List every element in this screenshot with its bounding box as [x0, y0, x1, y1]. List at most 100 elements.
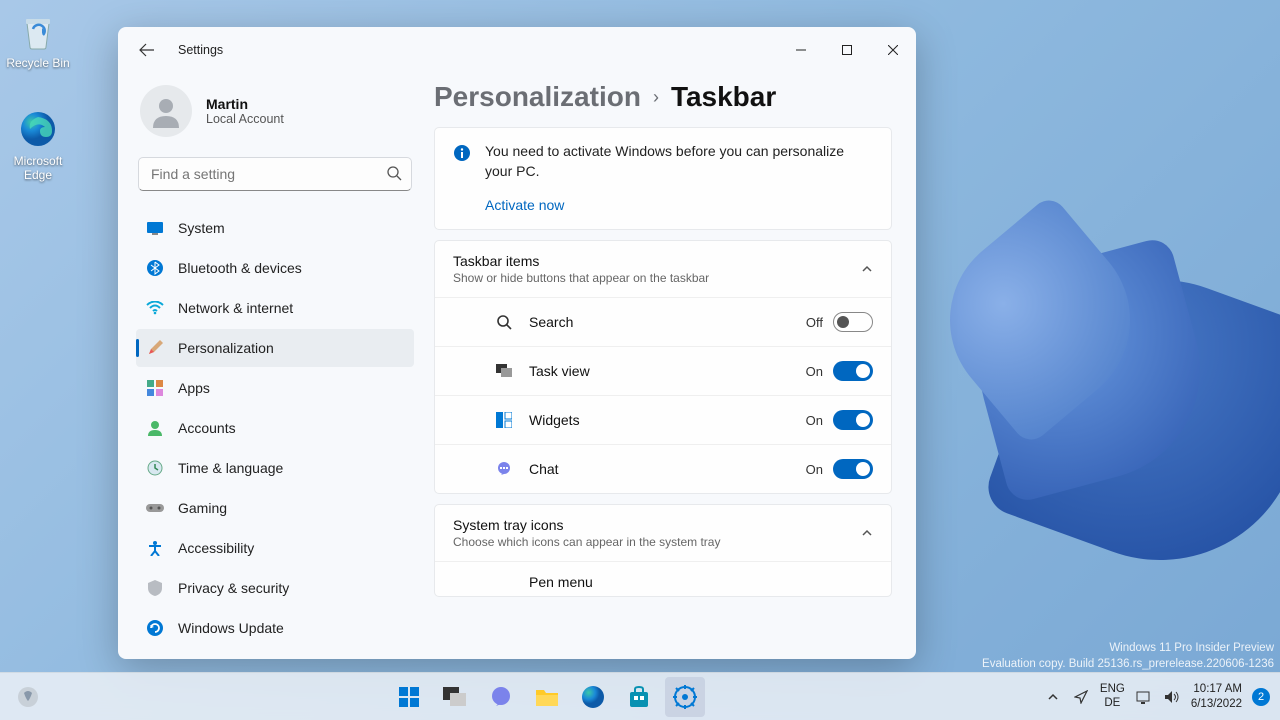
clock-icon	[146, 459, 164, 477]
wallpaper-bloom	[880, 160, 1280, 660]
toggle-task-view[interactable]	[833, 361, 873, 381]
user-block[interactable]: Martin Local Account	[136, 75, 414, 155]
wifi-icon	[146, 299, 164, 317]
avatar	[140, 85, 192, 137]
toggle-state: Off	[806, 315, 823, 330]
sidebar-item-privacy[interactable]: Privacy & security	[136, 569, 414, 607]
taskbar-items-section: Taskbar items Show or hide buttons that …	[434, 240, 892, 494]
search-input[interactable]	[138, 157, 412, 191]
network-tray-icon[interactable]	[1135, 688, 1153, 706]
widgets-icon	[493, 412, 515, 428]
main-panel: Personalization › Taskbar You need to ac…	[424, 73, 916, 659]
accounts-icon	[146, 419, 164, 437]
apps-icon	[146, 379, 164, 397]
system-tray: ENG DE 10:17 AM 6/13/2022 2	[1044, 682, 1280, 711]
minimize-button[interactable]	[778, 27, 824, 73]
system-tray-section: System tray icons Choose which icons can…	[434, 504, 892, 597]
search-icon	[493, 314, 515, 330]
row-label: Widgets	[529, 412, 580, 428]
chevron-up-icon	[861, 527, 873, 539]
shield-icon	[146, 579, 164, 597]
row-widgets: Widgets On	[435, 395, 891, 444]
toggle-search[interactable]	[833, 312, 873, 332]
user-name: Martin	[206, 96, 284, 112]
sidebar-menu: System Bluetooth & devices Network & int…	[136, 209, 414, 649]
update-icon	[146, 619, 164, 637]
taskbar-settings[interactable]	[665, 677, 705, 717]
settings-window: Settings Martin Local Account	[118, 27, 916, 659]
gaming-icon	[146, 499, 164, 517]
row-label: Pen menu	[529, 574, 593, 590]
sidebar-item-system[interactable]: System	[136, 209, 414, 247]
location-icon[interactable]	[1072, 688, 1090, 706]
toggle-state: On	[806, 413, 823, 428]
notification-badge[interactable]: 2	[1252, 688, 1270, 706]
row-search: Search Off	[435, 297, 891, 346]
sidebar-item-apps[interactable]: Apps	[136, 369, 414, 407]
taskbar-widgets-button[interactable]	[8, 677, 48, 717]
back-button[interactable]	[132, 35, 162, 65]
recycle-bin-icon	[17, 10, 59, 52]
system-icon	[146, 219, 164, 237]
titlebar: Settings	[118, 27, 916, 73]
clock[interactable]: 10:17 AM 6/13/2022	[1191, 682, 1242, 711]
sidebar-item-gaming[interactable]: Gaming	[136, 489, 414, 527]
start-button[interactable]	[389, 677, 429, 717]
taskbar-task-view[interactable]	[435, 677, 475, 717]
activation-banner: You need to activate Windows before you …	[434, 127, 892, 230]
toggle-state: On	[806, 462, 823, 477]
row-chat: Chat On	[435, 444, 891, 493]
toggle-chat[interactable]	[833, 459, 873, 479]
volume-icon[interactable]	[1163, 688, 1181, 706]
page-title: Taskbar	[671, 81, 776, 113]
taskbar-chat[interactable]	[481, 677, 521, 717]
bluetooth-icon	[146, 259, 164, 277]
sidebar-item-accounts[interactable]: Accounts	[136, 409, 414, 447]
toggle-state: On	[806, 364, 823, 379]
sidebar-item-personalization[interactable]: Personalization	[136, 329, 414, 367]
sidebar-item-network[interactable]: Network & internet	[136, 289, 414, 327]
language-indicator[interactable]: ENG DE	[1100, 683, 1125, 709]
chevron-up-icon	[861, 263, 873, 275]
search-icon	[386, 165, 402, 181]
sidebar-item-bluetooth[interactable]: Bluetooth & devices	[136, 249, 414, 287]
row-label: Task view	[529, 363, 590, 379]
breadcrumb-parent[interactable]: Personalization	[434, 81, 641, 113]
taskbar: ENG DE 10:17 AM 6/13/2022 2	[0, 672, 1280, 720]
activate-now-link[interactable]: Activate now	[485, 197, 873, 213]
row-pen-menu: Pen menu	[435, 561, 891, 596]
desktop-icon-edge[interactable]: Microsoft Edge	[0, 108, 76, 182]
taskbar-explorer[interactable]	[527, 677, 567, 717]
tray-overflow-icon[interactable]	[1044, 688, 1062, 706]
row-label: Search	[529, 314, 573, 330]
user-sub: Local Account	[206, 112, 284, 126]
edge-icon	[17, 108, 59, 150]
row-task-view: Task view On	[435, 346, 891, 395]
section-header-taskbar-items[interactable]: Taskbar items Show or hide buttons that …	[435, 241, 891, 297]
section-subtitle: Show or hide buttons that appear on the …	[453, 271, 709, 285]
maximize-button[interactable]	[824, 27, 870, 73]
sidebar-item-time[interactable]: Time & language	[136, 449, 414, 487]
section-header-system-tray[interactable]: System tray icons Choose which icons can…	[435, 505, 891, 561]
desktop-icon-label: Recycle Bin	[0, 56, 76, 70]
sidebar: Martin Local Account System Bluetooth & …	[118, 73, 424, 659]
taskbar-edge[interactable]	[573, 677, 613, 717]
chat-icon	[493, 461, 515, 477]
row-label: Chat	[529, 461, 559, 477]
section-subtitle: Choose which icons can appear in the sys…	[453, 535, 720, 549]
section-title: Taskbar items	[453, 253, 709, 269]
settings-scroll[interactable]: You need to activate Windows before you …	[434, 127, 900, 659]
breadcrumb: Personalization › Taskbar	[434, 81, 900, 113]
sidebar-item-update[interactable]: Windows Update	[136, 609, 414, 647]
desktop-icon-recycle-bin[interactable]: Recycle Bin	[0, 10, 76, 70]
close-button[interactable]	[870, 27, 916, 73]
taskbar-center	[50, 677, 1044, 717]
toggle-widgets[interactable]	[833, 410, 873, 430]
paintbrush-icon	[146, 339, 164, 357]
info-icon	[453, 144, 471, 162]
watermark: Windows 11 Pro Insider Preview Evaluatio…	[982, 640, 1274, 672]
taskbar-store[interactable]	[619, 677, 659, 717]
window-title: Settings	[178, 43, 223, 57]
sidebar-item-accessibility[interactable]: Accessibility	[136, 529, 414, 567]
search-box[interactable]	[138, 157, 412, 191]
